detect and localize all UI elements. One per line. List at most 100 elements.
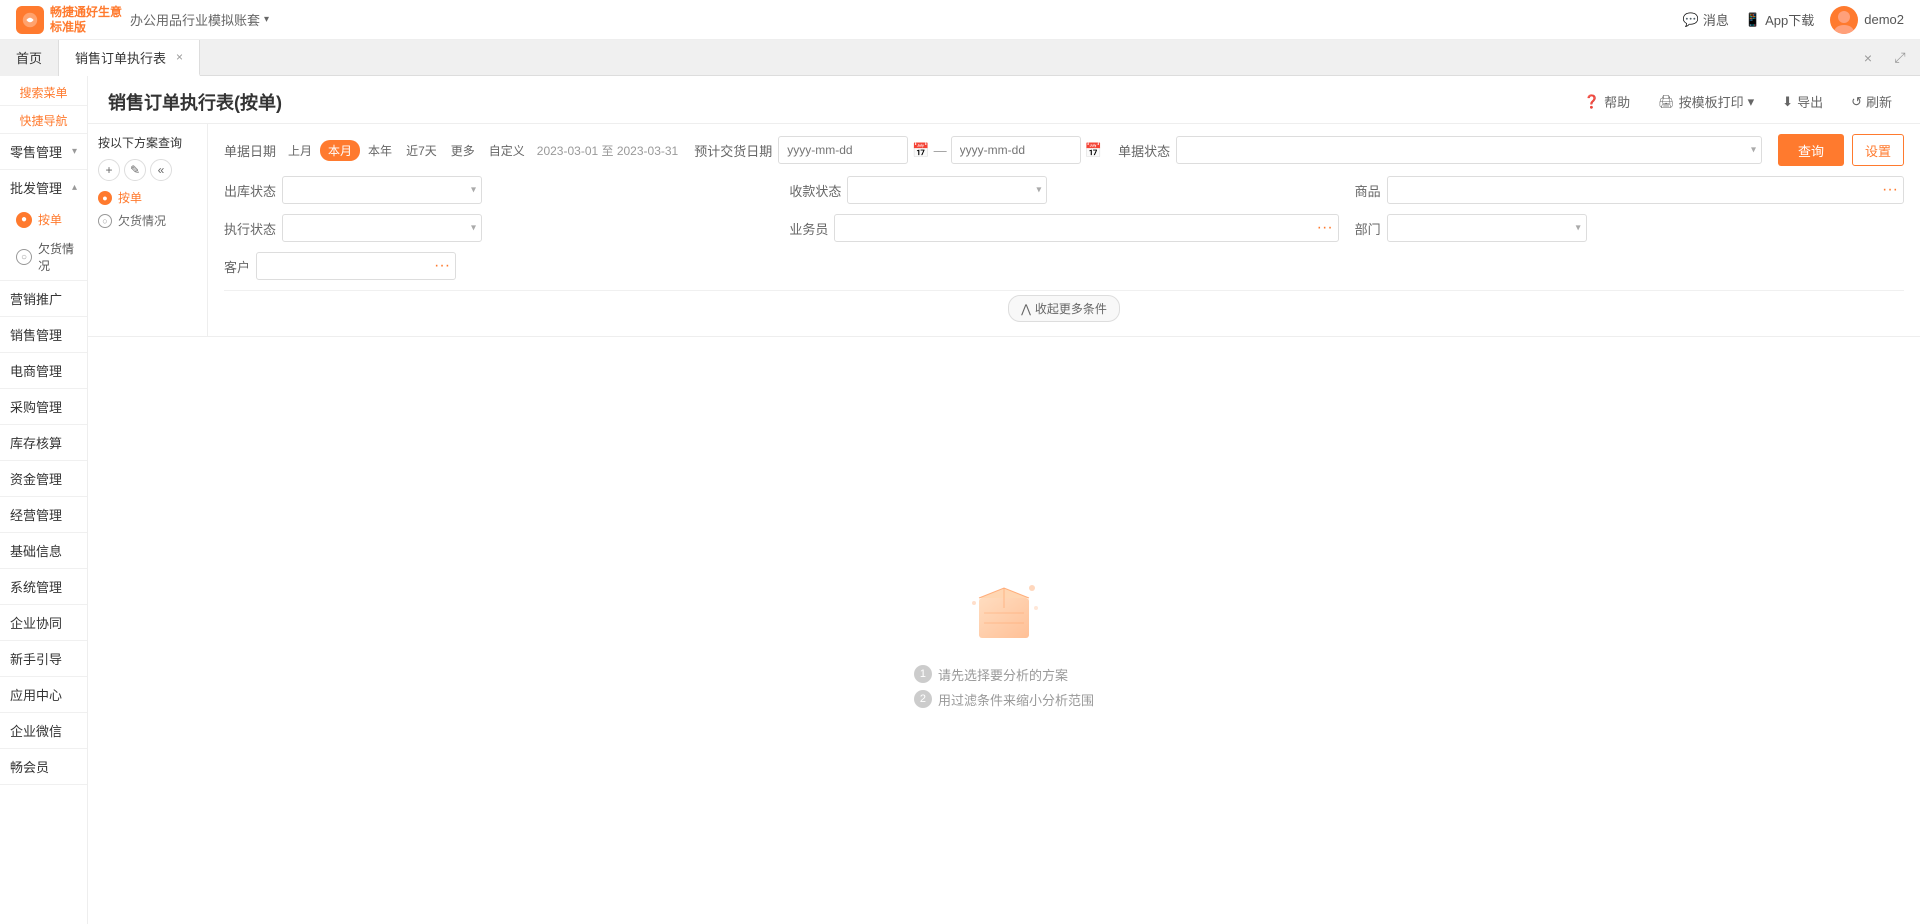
sidebar-subitem-scheme[interactable]: ● 按单 xyxy=(0,205,87,234)
salesperson-input[interactable] xyxy=(834,214,1338,242)
help-button[interactable]: ❓ 帮助 xyxy=(1576,88,1638,115)
customer-input-wrap: ··· xyxy=(256,252,456,280)
tabbar-actions: × ⤢ xyxy=(1856,46,1912,70)
sidebar-item-finance[interactable]: 资金管理 xyxy=(0,461,87,496)
logo-text: 畅捷通好生意 标准版 xyxy=(50,5,122,34)
exec-label: 执行状态 xyxy=(224,219,276,238)
exec-select-wrap: ▾ xyxy=(282,214,482,242)
goods-dots-icon[interactable]: ··· xyxy=(1882,181,1898,199)
scheme-item-active[interactable]: ● 按单 xyxy=(98,189,197,206)
export-button[interactable]: ⬇ 导出 xyxy=(1774,88,1831,115)
scheme-collapse-button[interactable]: « xyxy=(150,159,172,181)
dept-select[interactable] xyxy=(1387,214,1587,242)
sidebar-group-member: 畅会员 xyxy=(0,749,87,785)
collapse-button[interactable]: ⋀ 收起更多条件 xyxy=(1008,295,1120,322)
tab-expand-button[interactable]: ⤢ xyxy=(1888,46,1912,70)
date-separator: — xyxy=(934,143,947,158)
tab-sales-exec[interactable]: 销售订单执行表 × xyxy=(59,40,200,76)
settings-button[interactable]: 设置 xyxy=(1852,134,1904,166)
message-button[interactable]: 💬 消息 xyxy=(1683,10,1729,29)
date-btn-custom[interactable]: 自定义 xyxy=(483,140,531,161)
filter-layout: 按以下方案查询 + ✎ « ● 按单 ○ 欠货情况 xyxy=(88,124,1920,336)
date-btn-more[interactable]: 更多 xyxy=(445,140,481,161)
scheme-icons-row: + ✎ « xyxy=(98,159,197,181)
date-btn-current-year[interactable]: 本年 xyxy=(362,140,398,161)
date-btn-prev-month[interactable]: 上月 xyxy=(282,140,318,161)
customer-filter-group: 客户 ··· xyxy=(224,252,456,280)
tab-close-button[interactable]: × xyxy=(1856,46,1880,70)
customer-dots-icon[interactable]: ··· xyxy=(434,257,450,275)
forecast-date-end[interactable] xyxy=(951,136,1081,164)
page-header: 销售订单执行表(按单) ❓ 帮助 🖨 按模板打印 ▾ ⬇ 导出 ↺ 刷新 xyxy=(88,76,1920,124)
sidebar-item-purchase[interactable]: 采购管理 xyxy=(0,389,87,424)
sidebar-item-newbie[interactable]: 新手引导 xyxy=(0,641,87,676)
template-print-button[interactable]: 🖨 按模板打印 ▾ xyxy=(1650,88,1762,115)
sidebar-search[interactable]: 搜索菜单 xyxy=(0,76,87,106)
customer-label: 客户 xyxy=(224,257,250,276)
sidebar-group-basic: 基础信息 xyxy=(0,533,87,569)
date-btn-current-month[interactable]: 本月 xyxy=(320,140,360,161)
logo-area: 畅捷通好生意 标准版 xyxy=(16,5,122,34)
date-btn-7days[interactable]: 近7天 xyxy=(400,140,443,161)
chevron-up-icon: ▴ xyxy=(72,182,77,193)
sidebar-subitem-owe[interactable]: ○ 欠货情况 xyxy=(0,234,87,280)
tab-home[interactable]: 首页 xyxy=(0,40,59,76)
salesperson-dots-icon[interactable]: ··· xyxy=(1317,219,1333,237)
status-label: 单据状态 xyxy=(1118,141,1170,160)
delivery-select[interactable] xyxy=(282,176,482,204)
forecast-date-label: 预计交货日期 xyxy=(694,141,772,160)
goods-input[interactable] xyxy=(1387,176,1904,204)
refresh-button[interactable]: ↺ 刷新 xyxy=(1843,88,1900,115)
sidebar-item-inventory[interactable]: 库存核算 xyxy=(0,425,87,460)
filter-area: 按以下方案查询 + ✎ « ● 按单 ○ 欠货情况 xyxy=(88,124,1920,337)
topbar-left: 畅捷通好生意 标准版 办公用品行业模拟账套 ▾ xyxy=(16,5,269,34)
sidebar-group-ecommerce: 电商管理 xyxy=(0,353,87,389)
sidebar-item-appstore[interactable]: 应用中心 xyxy=(0,677,87,712)
sidebar-item-basic[interactable]: 基础信息 xyxy=(0,533,87,568)
sidebar-group-operation: 经营管理 xyxy=(0,497,87,533)
date-range-display: 2023-03-01 至 2023-03-31 xyxy=(537,142,678,159)
print-icon: 🖨 xyxy=(1658,94,1675,110)
sidebar-item-wechat[interactable]: 企业微信 xyxy=(0,713,87,748)
sidebar-item-enterprise[interactable]: 企业协同 xyxy=(0,605,87,640)
sidebar-item-retail[interactable]: 零售管理 ▾ xyxy=(0,134,87,169)
salesperson-filter-group: 业务员 ··· xyxy=(789,214,1338,242)
date-start-icon[interactable]: 📅 xyxy=(912,142,929,159)
query-button[interactable]: 查询 xyxy=(1778,134,1844,166)
forecast-date-start[interactable] xyxy=(778,136,908,164)
customer-input[interactable] xyxy=(256,252,456,280)
sidebar-item-ecommerce[interactable]: 电商管理 xyxy=(0,353,87,388)
sidebar-item-wholesale[interactable]: 批发管理 ▴ xyxy=(0,170,87,205)
goods-input-wrap: ··· xyxy=(1387,176,1904,204)
dept-select-wrap: ▾ xyxy=(1387,214,1587,242)
scheme-add-button[interactable]: + xyxy=(98,159,120,181)
user-area[interactable]: demo2 xyxy=(1830,6,1904,34)
sidebar: 搜索菜单 快捷导航 零售管理 ▾ 批发管理 ▴ ● 按单 ○ 欠货情况 xyxy=(0,76,88,924)
sidebar-item-system[interactable]: 系统管理 xyxy=(0,569,87,604)
scheme-edit-button[interactable]: ✎ xyxy=(124,159,146,181)
sidebar-group-finance: 资金管理 xyxy=(0,461,87,497)
dept-label: 部门 xyxy=(1355,219,1381,238)
sidebar-item-sales[interactable]: 销售管理 xyxy=(0,317,87,352)
tab-close-icon[interactable]: × xyxy=(176,50,183,64)
date-label: 单据日期 xyxy=(224,141,276,160)
sidebar-item-member[interactable]: 畅会员 xyxy=(0,749,87,784)
message-icon: 💬 xyxy=(1683,12,1699,28)
sidebar-item-operation[interactable]: 经营管理 xyxy=(0,497,87,532)
status-select[interactable]: 已审核 未审核 作废 xyxy=(1176,136,1762,164)
payment-select[interactable] xyxy=(847,176,1047,204)
exec-select[interactable] xyxy=(282,214,482,242)
app-icon: 📱 xyxy=(1745,12,1761,28)
sidebar-item-marketing[interactable]: 营销推广 xyxy=(0,281,87,316)
date-end-icon[interactable]: 📅 xyxy=(1085,142,1102,159)
filter-fields: 单据日期 上月 本月 本年 近7天 更多 自定义 2023-03-01 至 20… xyxy=(208,124,1920,336)
collapse-icon: ⋀ xyxy=(1021,302,1031,316)
app-download-button[interactable]: 📱 App下载 xyxy=(1745,10,1814,29)
topbar-title: 办公用品行业模拟账套 ▾ xyxy=(130,10,269,29)
filter-row-2: 出库状态 ▾ 收款状态 xyxy=(224,176,1904,204)
sidebar-quick-nav[interactable]: 快捷导航 xyxy=(0,106,87,134)
scheme-item-owe[interactable]: ○ 欠货情况 xyxy=(98,212,197,229)
page-actions: ❓ 帮助 🖨 按模板打印 ▾ ⬇ 导出 ↺ 刷新 xyxy=(1576,88,1900,115)
avatar xyxy=(1830,6,1858,34)
title-caret-icon: ▾ xyxy=(264,14,269,25)
